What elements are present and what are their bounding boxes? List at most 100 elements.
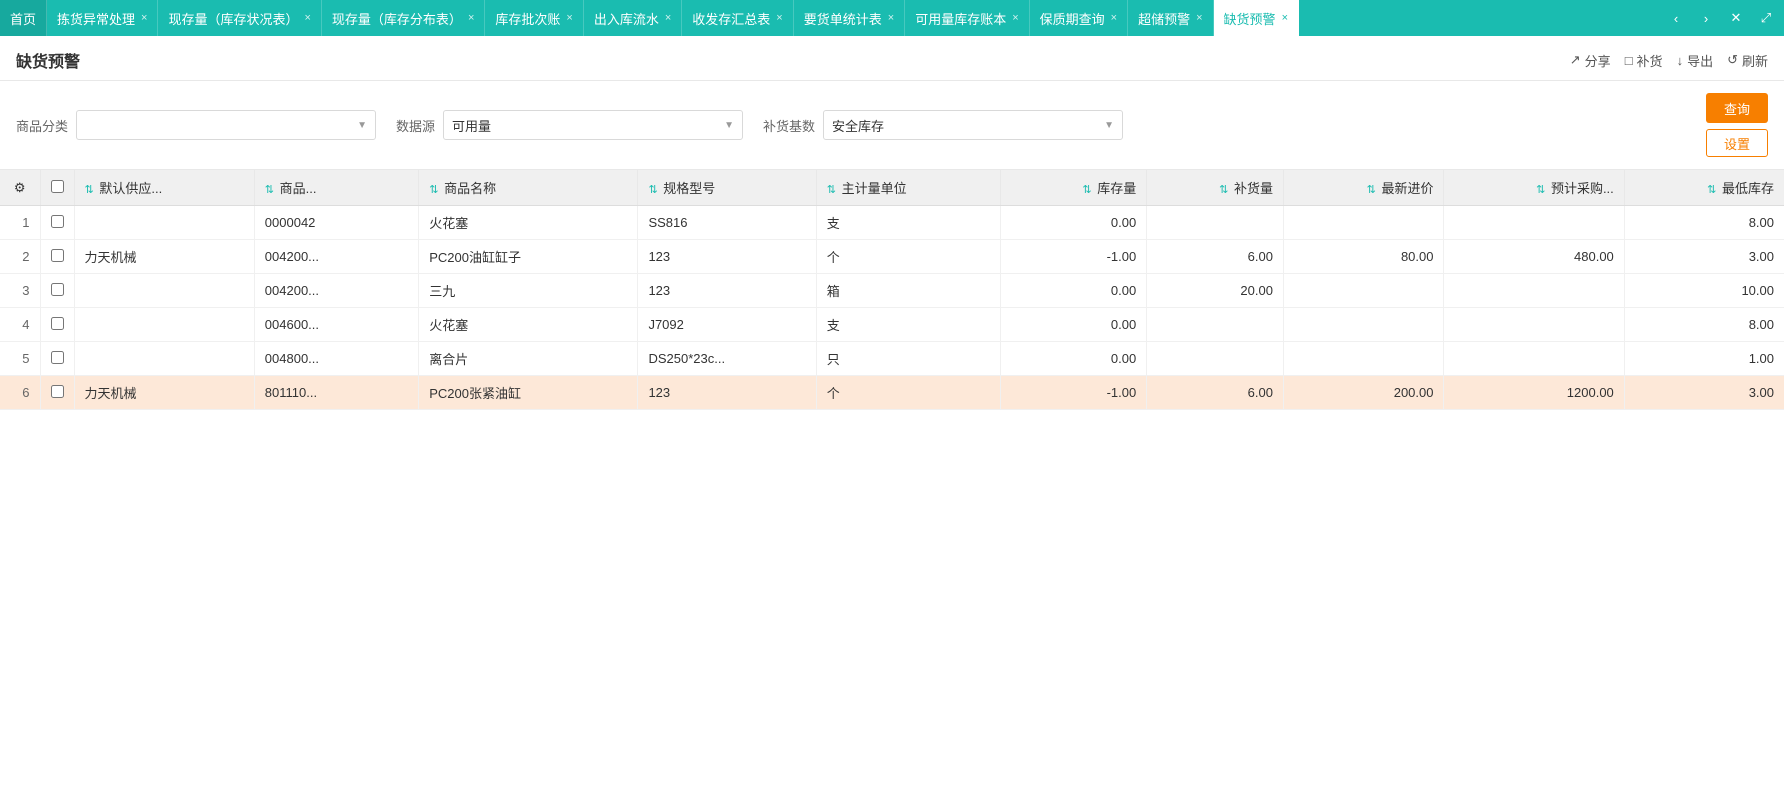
cell-replenish-0 — [1147, 206, 1284, 240]
th-replenish[interactable]: ⇅ 补货量 — [1147, 170, 1284, 206]
nav-tab-stock-status[interactable]: 现存量（库存状况表） × — [158, 0, 321, 36]
cell-name-5: PC200张紧油缸 — [419, 376, 638, 410]
refresh-button[interactable]: ↺ 刷新 — [1727, 51, 1768, 70]
th-code[interactable]: ⇅ 商品... — [254, 170, 418, 206]
datasource-select[interactable]: 可用量 ▼ — [443, 110, 743, 140]
th-checkbox — [40, 170, 74, 206]
cell-price-3 — [1283, 308, 1444, 342]
th-minstock[interactable]: ⇅ 最低库存 — [1624, 170, 1784, 206]
table-row: 2 力天机械 004200... PC200油缸缸子 123 个 -1.00 6… — [0, 240, 1784, 274]
cell-check-2 — [40, 274, 74, 308]
category-select[interactable]: ▼ — [76, 110, 376, 140]
th-unit[interactable]: ⇅ 主计量单位 — [816, 170, 1000, 206]
sort-unit-icon: ⇅ — [827, 184, 836, 196]
th-stock[interactable]: ⇅ 库存量 — [1001, 170, 1147, 206]
nav-tab-label-shortage: 缺货预警 — [1224, 9, 1276, 28]
replenish-base-arrow-icon: ▼ — [1104, 120, 1114, 131]
export-button[interactable]: ↓ 导出 — [1677, 51, 1714, 70]
cell-stock-3: 0.00 — [1001, 308, 1147, 342]
nav-tab-recv-summary[interactable]: 收发存汇总表× — [682, 0, 793, 36]
cell-price-1: 80.00 — [1283, 240, 1444, 274]
query-button[interactable]: 查询 — [1706, 93, 1768, 123]
sort-name-icon: ⇅ — [429, 184, 438, 196]
cell-num-4: 5 — [0, 342, 40, 376]
cell-stock-1: -1.00 — [1001, 240, 1147, 274]
replenish-base-filter-group: 补货基数 安全库存 ▼ — [763, 110, 1123, 140]
nav-tab-label-inout-flow: 出入库流水 — [594, 9, 659, 28]
nav-tab-close-avail-ledger[interactable]: × — [1012, 12, 1018, 24]
row-checkbox-5[interactable] — [51, 385, 64, 398]
select-all-checkbox[interactable] — [51, 180, 64, 193]
sort-replenish-icon: ⇅ — [1219, 184, 1228, 196]
replenish-icon: □ — [1625, 53, 1633, 68]
settings-button[interactable]: 设置 — [1706, 129, 1768, 157]
th-estimate[interactable]: ⇅ 预计采购... — [1444, 170, 1624, 206]
cell-name-4: 离合片 — [419, 342, 638, 376]
nav-tab-close-stock-dist[interactable]: × — [468, 12, 474, 24]
th-settings[interactable]: ⚙ — [0, 170, 40, 206]
nav-tab-stock-dist[interactable]: 现存量（库存分布表）× — [322, 0, 485, 36]
nav-tab-close-overstock[interactable]: × — [1196, 12, 1202, 24]
row-checkbox-4[interactable] — [51, 351, 64, 364]
cell-minstock-3: 8.00 — [1624, 308, 1784, 342]
row-checkbox-2[interactable] — [51, 283, 64, 296]
nav-tab-expiry[interactable]: 保质期查询× — [1030, 0, 1128, 36]
nav-tab-close-shortage[interactable]: × — [1282, 12, 1288, 24]
replenish-button[interactable]: □ 补货 — [1625, 51, 1663, 70]
th-supplier[interactable]: ⇅ 默认供应... — [74, 170, 254, 206]
sort-minstock-icon: ⇅ — [1707, 184, 1716, 196]
cell-estimate-5: 1200.00 — [1444, 376, 1624, 410]
cell-stock-2: 0.00 — [1001, 274, 1147, 308]
nav-bar: 首页拣货异常处理×现存量（库存状况表）×现存量（库存分布表）×库存批次账×出入库… — [0, 0, 1784, 36]
th-name[interactable]: ⇅ 商品名称 — [419, 170, 638, 206]
nav-tab-close-expiry[interactable]: × — [1111, 12, 1117, 24]
row-checkbox-3[interactable] — [51, 317, 64, 330]
nav-tab-close-inout-flow[interactable]: × — [665, 12, 671, 24]
cell-estimate-1: 480.00 — [1444, 240, 1624, 274]
cell-spec-3: J7092 — [638, 308, 816, 342]
row-checkbox-1[interactable] — [51, 249, 64, 262]
th-price[interactable]: ⇅ 最新进价 — [1283, 170, 1444, 206]
nav-fullscreen-button[interactable]: ⤢ — [1752, 4, 1780, 32]
nav-prev-button[interactable]: ‹ — [1662, 4, 1690, 32]
datasource-value: 可用量 — [452, 116, 720, 135]
cell-name-2: 三九 — [419, 274, 638, 308]
nav-next-button[interactable]: › — [1692, 4, 1720, 32]
header-actions: ↗ 分享 □ 补货 ↓ 导出 ↺ 刷新 — [1570, 51, 1768, 70]
replenish-base-select[interactable]: 安全库存 ▼ — [823, 110, 1123, 140]
nav-tab-inout-flow[interactable]: 出入库流水 × — [584, 0, 682, 36]
share-button[interactable]: ↗ 分享 — [1570, 51, 1611, 70]
nav-tab-close-order-stats[interactable]: × — [888, 12, 894, 24]
cell-stock-5: -1.00 — [1001, 376, 1147, 410]
page-title: 缺货预警 — [16, 48, 80, 72]
cell-num-3: 4 — [0, 308, 40, 342]
gear-icon: ⚙ — [14, 180, 26, 195]
th-spec[interactable]: ⇅ 规格型号 — [638, 170, 816, 206]
nav-tab-exception[interactable]: 拣货异常处理× — [47, 0, 158, 36]
nav-tab-shortage[interactable]: 缺货预警 × — [1214, 0, 1299, 36]
cell-price-5: 200.00 — [1283, 376, 1444, 410]
cell-num-0: 1 — [0, 206, 40, 240]
sort-stock-icon: ⇅ — [1082, 184, 1091, 196]
nav-tab-order-stats[interactable]: 要货单统计表× — [794, 0, 905, 36]
cell-stock-0: 0.00 — [1001, 206, 1147, 240]
replenish-base-value: 安全库存 — [832, 116, 1100, 135]
cell-minstock-4: 1.00 — [1624, 342, 1784, 376]
nav-close-button[interactable]: ✕ — [1722, 4, 1750, 32]
row-checkbox-0[interactable] — [51, 215, 64, 228]
cell-replenish-4 — [1147, 342, 1284, 376]
nav-tab-close-exception[interactable]: × — [141, 12, 147, 24]
nav-tab-label-stock-status: 现存量（库存状况表） — [168, 9, 298, 28]
nav-tab-close-recv-summary[interactable]: × — [776, 12, 782, 24]
cell-code-3: 004600... — [254, 308, 418, 342]
nav-tab-close-stock-status[interactable]: × — [304, 12, 310, 24]
nav-tab-overstock[interactable]: 超储预警× — [1128, 0, 1213, 36]
nav-tab-close-batch[interactable]: × — [566, 12, 572, 24]
cell-code-5: 801110... — [254, 376, 418, 410]
table-container: ⚙ ⇅ 默认供应... ⇅ 商品... ⇅ 商品名称 — [0, 170, 1784, 410]
cell-estimate-0 — [1444, 206, 1624, 240]
nav-tab-batch[interactable]: 库存批次账× — [485, 0, 583, 36]
cell-estimate-2 — [1444, 274, 1624, 308]
nav-tab-avail-ledger[interactable]: 可用量库存账本× — [905, 0, 1029, 36]
nav-tab-home[interactable]: 首页 — [0, 0, 47, 36]
